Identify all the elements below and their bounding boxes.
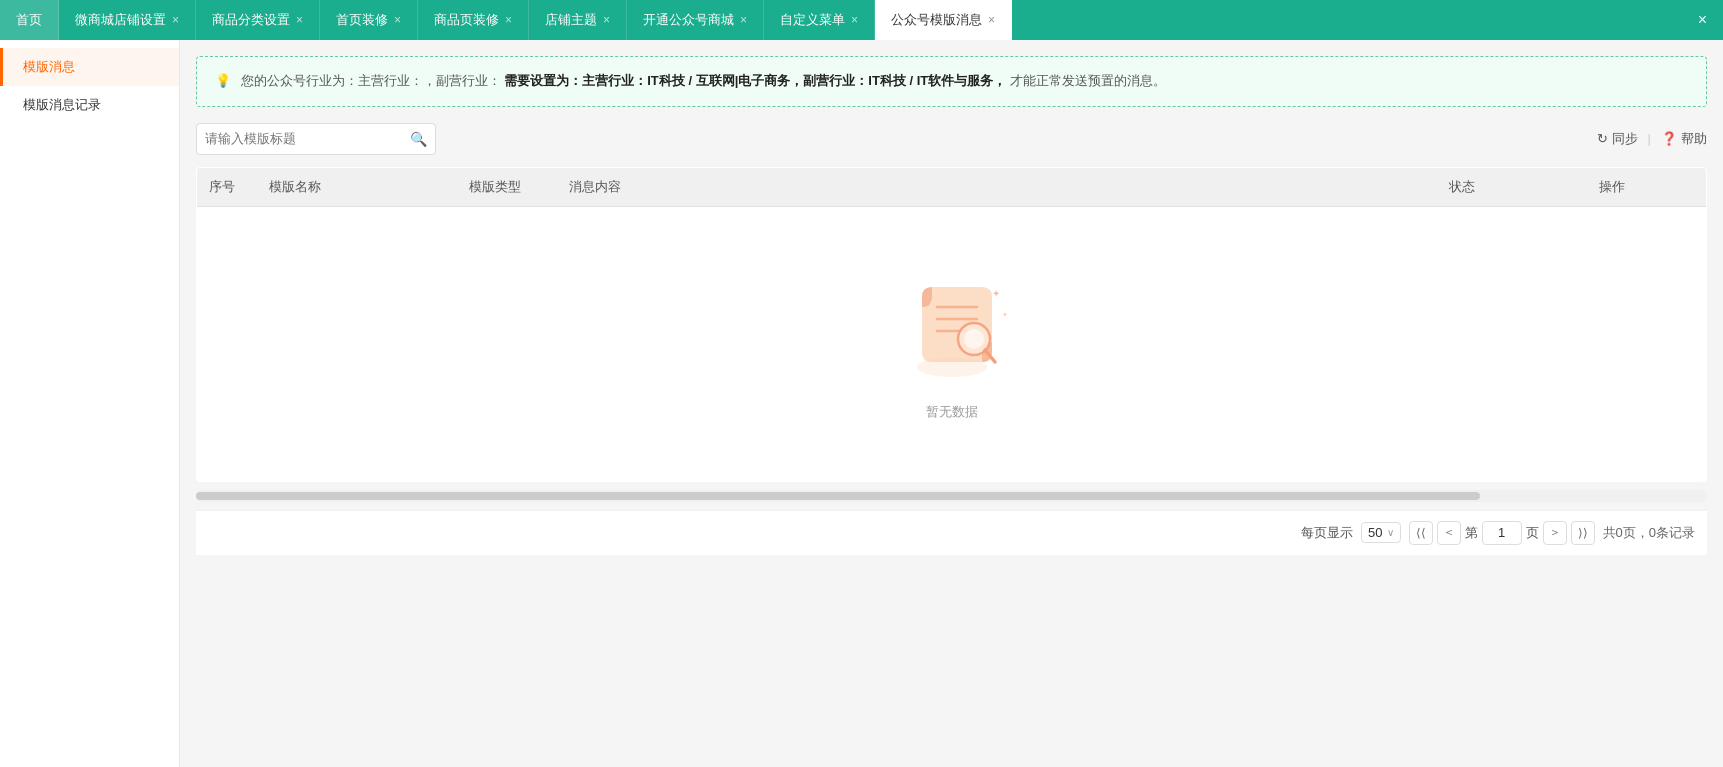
nav-tab-homepage-close[interactable]: × bbox=[394, 13, 401, 27]
nav-tab-wechat-shop-label: 微商城店铺设置 bbox=[75, 11, 166, 29]
sync-label: 同步 bbox=[1612, 130, 1638, 148]
page-size-value: 50 bbox=[1368, 525, 1382, 540]
page-size-chevron-icon: ∨ bbox=[1387, 527, 1394, 538]
col-header-index: 序号 bbox=[197, 167, 257, 206]
nav-tab-homepage-label: 首页装修 bbox=[336, 11, 388, 29]
nav-tab-product-page-close[interactable]: × bbox=[505, 13, 512, 27]
main-layout: 模版消息 模版消息记录 💡 您的公众号行业为：主营行业：，副营行业： 需要设置为… bbox=[0, 40, 1723, 767]
sidebar-item-template-message-log-label: 模版消息记录 bbox=[23, 97, 101, 112]
nav-tab-store-theme-label: 店铺主题 bbox=[545, 11, 597, 29]
page-label-after: 页 bbox=[1526, 524, 1539, 542]
help-button[interactable]: ❓ 帮助 bbox=[1661, 130, 1707, 148]
col-header-status: 状态 bbox=[1437, 167, 1587, 206]
nav-tab-home-label: 首页 bbox=[16, 11, 42, 29]
nav-tab-product-category-label: 商品分类设置 bbox=[212, 11, 290, 29]
main-content: 💡 您的公众号行业为：主营行业：，副营行业： 需要设置为：主营行业：IT科技 /… bbox=[180, 40, 1723, 767]
nav-tab-template-message[interactable]: 公众号模版消息 × bbox=[875, 0, 1012, 40]
page-last-button[interactable]: ⟩⟩ bbox=[1571, 521, 1595, 545]
toolbar-right: ↻ 同步 | ❓ 帮助 bbox=[1597, 130, 1707, 148]
page-first-button[interactable]: ⟨⟨ bbox=[1409, 521, 1433, 545]
svg-text:✦: ✦ bbox=[1002, 311, 1008, 318]
nav-tab-template-message-label: 公众号模版消息 bbox=[891, 11, 982, 29]
col-header-type: 模版类型 bbox=[457, 167, 557, 206]
page-next-button[interactable]: ＞ bbox=[1543, 521, 1567, 545]
nav-tab-store-theme-close[interactable]: × bbox=[603, 13, 610, 27]
svg-point-5 bbox=[964, 329, 984, 349]
nav-tab-homepage[interactable]: 首页装修 × bbox=[320, 0, 418, 40]
nav-tab-product-category-close[interactable]: × bbox=[296, 13, 303, 27]
pagination: 每页显示 50 ∨ ⟨⟨ ＜ 第 页 ＞ ⟩⟩ 共0页，0条记录 bbox=[196, 510, 1707, 555]
svg-text:✦: ✦ bbox=[992, 288, 1000, 299]
help-label: 帮助 bbox=[1681, 130, 1707, 148]
nav-tab-custom-menu-close[interactable]: × bbox=[851, 13, 858, 27]
top-nav-bar: 首页 微商城店铺设置 × 商品分类设置 × 首页装修 × 商品页装修 × 店铺主… bbox=[0, 0, 1723, 40]
nav-tab-open-shop-close[interactable]: × bbox=[740, 13, 747, 27]
nav-tab-template-message-close[interactable]: × bbox=[988, 13, 995, 27]
col-header-content: 消息内容 bbox=[557, 167, 1437, 206]
nav-tab-open-shop-label: 开通公众号商城 bbox=[643, 11, 734, 29]
toolbar-divider: | bbox=[1648, 131, 1651, 146]
search-input[interactable] bbox=[205, 131, 410, 146]
sidebar-item-template-message-log[interactable]: 模版消息记录 bbox=[0, 86, 179, 124]
nav-tab-product-category[interactable]: 商品分类设置 × bbox=[196, 0, 320, 40]
empty-state: ✦ ✦ 暂无数据 bbox=[197, 207, 1706, 481]
search-bar: 🔍 ↻ 同步 | ❓ 帮助 bbox=[196, 123, 1707, 155]
page-size-select[interactable]: 50 ∨ bbox=[1361, 522, 1400, 543]
page-label-before: 第 bbox=[1465, 524, 1478, 542]
nav-tab-wechat-shop[interactable]: 微商城店铺设置 × bbox=[59, 0, 196, 40]
page-input[interactable] bbox=[1482, 521, 1522, 545]
table-scroll-bar-thumb bbox=[196, 492, 1480, 500]
page-nav: ⟨⟨ ＜ 第 页 ＞ ⟩⟩ bbox=[1409, 521, 1595, 545]
bulb-icon: 💡 bbox=[215, 73, 231, 88]
help-icon: ❓ bbox=[1661, 131, 1677, 146]
nav-close-all-button[interactable]: × bbox=[1682, 11, 1723, 29]
empty-illustration: ✦ ✦ bbox=[892, 267, 1012, 387]
sidebar-item-template-message[interactable]: 模版消息 bbox=[0, 48, 179, 86]
nav-tab-open-shop[interactable]: 开通公众号商城 × bbox=[627, 0, 764, 40]
sidebar: 模版消息 模版消息记录 bbox=[0, 40, 180, 767]
table-scroll-bar[interactable] bbox=[196, 490, 1707, 502]
table-header: 序号 模版名称 模版类型 消息内容 状态 操作 bbox=[197, 167, 1707, 206]
notice-highlight: 需要设置为：主营行业：IT科技 / 互联网|电子商务，副营行业：IT科技 / I… bbox=[504, 73, 1006, 88]
sync-icon: ↻ bbox=[1597, 131, 1608, 146]
search-input-wrap[interactable]: 🔍 bbox=[196, 123, 436, 155]
data-table: 序号 模版名称 模版类型 消息内容 状态 操作 bbox=[196, 167, 1707, 482]
page-prev-button[interactable]: ＜ bbox=[1437, 521, 1461, 545]
page-size-label: 每页显示 bbox=[1301, 524, 1353, 542]
table-body: ✦ ✦ 暂无数据 bbox=[197, 206, 1707, 481]
col-header-action: 操作 bbox=[1587, 167, 1707, 206]
sync-button[interactable]: ↻ 同步 bbox=[1597, 130, 1638, 148]
table-header-row: 序号 模版名称 模版类型 消息内容 状态 操作 bbox=[197, 167, 1707, 206]
nav-tab-custom-menu[interactable]: 自定义菜单 × bbox=[764, 0, 875, 40]
page-total: 共0页，0条记录 bbox=[1603, 524, 1695, 542]
notice-suffix: 才能正常发送预置的消息。 bbox=[1010, 73, 1166, 88]
col-header-name: 模版名称 bbox=[257, 167, 457, 206]
nav-tab-product-page-label: 商品页装修 bbox=[434, 11, 499, 29]
nav-tab-store-theme[interactable]: 店铺主题 × bbox=[529, 0, 627, 40]
notice-box: 💡 您的公众号行业为：主营行业：，副营行业： 需要设置为：主营行业：IT科技 /… bbox=[196, 56, 1707, 107]
nav-tab-wechat-shop-close[interactable]: × bbox=[172, 13, 179, 27]
table-empty-row: ✦ ✦ 暂无数据 bbox=[197, 206, 1707, 481]
nav-tab-custom-menu-label: 自定义菜单 bbox=[780, 11, 845, 29]
notice-prefix: 您的公众号行业为：主营行业：，副营行业： bbox=[241, 73, 501, 88]
nav-tab-product-page[interactable]: 商品页装修 × bbox=[418, 0, 529, 40]
sidebar-item-template-message-label: 模版消息 bbox=[23, 59, 75, 74]
search-icon[interactable]: 🔍 bbox=[410, 131, 427, 147]
empty-text: 暂无数据 bbox=[926, 403, 978, 421]
nav-tab-home[interactable]: 首页 bbox=[0, 0, 59, 40]
